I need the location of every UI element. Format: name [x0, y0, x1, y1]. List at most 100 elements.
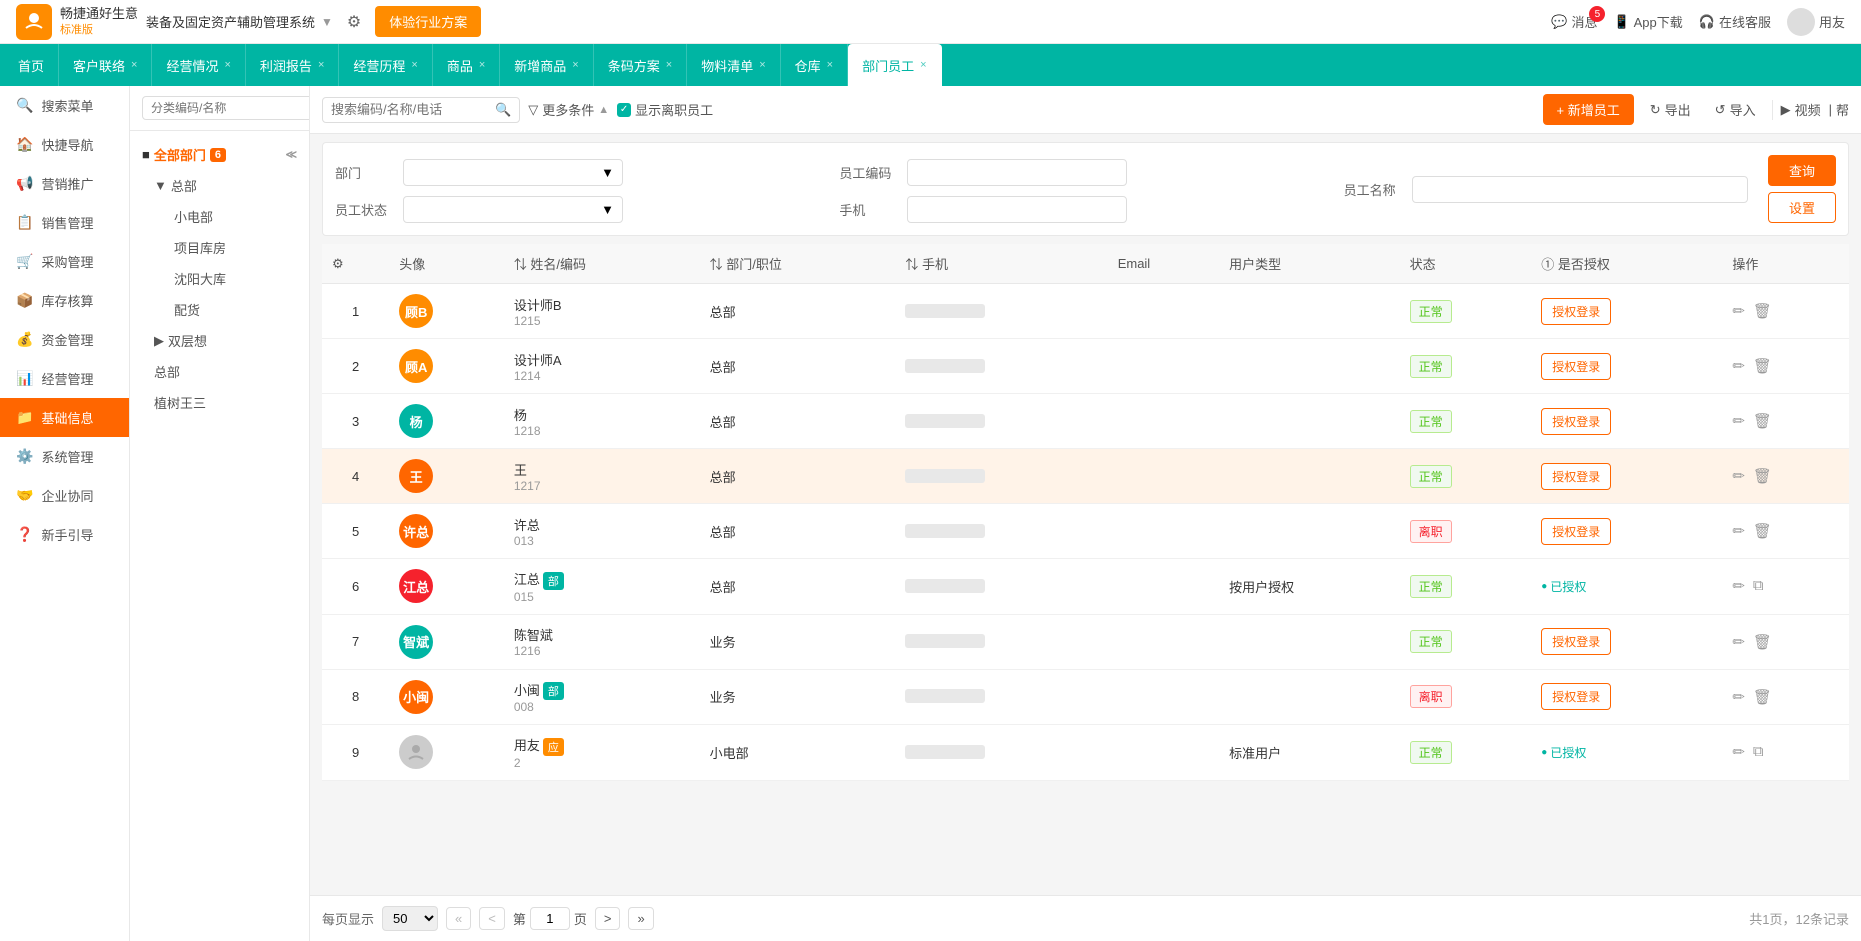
auth-login-button[interactable]: 授权登录 [1541, 353, 1611, 380]
sidebar-item-marketing[interactable]: 📢 营销推广 [0, 164, 129, 203]
dept-item-xiangmuku[interactable]: 项目库房 [138, 232, 309, 263]
sidebar-item-biz[interactable]: 📊 经营管理 [0, 359, 129, 398]
gear-button[interactable]: ⚙ [347, 12, 361, 32]
online-service-btn[interactable]: 🎧 在线客服 [1699, 12, 1771, 31]
help-button[interactable]: | 帮 [1829, 100, 1849, 119]
close-icon[interactable]: × [759, 59, 765, 71]
last-page-button[interactable]: » [628, 907, 653, 930]
edit-icon[interactable]: ✏ [1732, 302, 1745, 320]
col-setting[interactable]: ⚙ [322, 244, 389, 284]
auth-login-button[interactable]: 授权登录 [1541, 408, 1611, 435]
dept-item-zhishu[interactable]: 植树王三 [130, 387, 309, 418]
close-icon[interactable]: × [666, 59, 672, 71]
dept-item-xiaodianbu[interactable]: 小电部 [138, 201, 309, 232]
tab-customer[interactable]: 客户联络× [59, 44, 152, 86]
prev-page-button[interactable]: < [479, 907, 505, 930]
settings-icon[interactable]: ⚙ [332, 256, 344, 271]
next-page-button[interactable]: > [595, 907, 621, 930]
tab-warehouse[interactable]: 仓库× [781, 44, 848, 86]
delete-icon[interactable]: 🗑 [1753, 357, 1772, 375]
emp-name-input[interactable] [1412, 176, 1748, 203]
page-input[interactable] [530, 907, 570, 930]
page-size-select[interactable]: 50 100 [382, 906, 438, 931]
emp-code-input[interactable] [907, 159, 1127, 186]
sidebar-item-guide[interactable]: ❓ 新手引导 [0, 515, 129, 554]
view-button[interactable]: ▶ 视频 [1781, 100, 1821, 119]
search-icon[interactable]: 🔍 [495, 102, 511, 118]
import-button[interactable]: ↺ 导入 [1707, 96, 1764, 123]
tab-profit[interactable]: 利润报告× [246, 44, 339, 86]
dept-all-header[interactable]: ■ 全部部门 6 ≪ [130, 139, 309, 170]
tab-goods[interactable]: 商品× [433, 44, 500, 86]
sidebar-item-search[interactable]: 🔍 搜索菜单 [0, 86, 129, 125]
add-employee-button[interactable]: + 新增员工 [1543, 94, 1634, 125]
first-page-button[interactable]: « [446, 907, 471, 930]
auth-login-button[interactable]: 授权登录 [1541, 628, 1611, 655]
toolbar-search-box[interactable]: 🔍 [322, 97, 520, 123]
dept-item-peihuo[interactable]: 配货 [138, 294, 309, 325]
sidebar-item-sales[interactable]: 📋 销售管理 [0, 203, 129, 242]
phone-input[interactable] [907, 196, 1127, 223]
delete-icon[interactable]: 🗑 [1753, 688, 1772, 706]
message-btn[interactable]: 💬 消息 5 [1551, 12, 1597, 31]
show-former-checkbox[interactable]: ✓ 显示离职员工 [617, 100, 713, 119]
delete-icon[interactable]: 🗑 [1753, 302, 1772, 320]
sidebar-item-inventory[interactable]: 📦 库存核算 [0, 281, 129, 320]
close-icon[interactable]: × [318, 59, 324, 71]
close-icon[interactable]: × [920, 59, 926, 71]
system-dropdown-arrow[interactable]: ▼ [321, 15, 333, 29]
tab-add-goods[interactable]: 新增商品× [500, 44, 593, 86]
trial-button[interactable]: 体验行业方案 [375, 6, 481, 37]
auth-login-button[interactable]: 授权登录 [1541, 518, 1611, 545]
dept-select[interactable]: ▼ [403, 159, 623, 186]
tab-barcode[interactable]: 条码方案× [594, 44, 687, 86]
tab-bom[interactable]: 物料清单× [687, 44, 780, 86]
dept-item-shenyang[interactable]: 沈阳大库 [138, 263, 309, 294]
edit-icon[interactable]: ✏ [1732, 633, 1745, 651]
sidebar-item-finance[interactable]: 💰 资金管理 [0, 320, 129, 359]
edit-icon[interactable]: ✏ [1732, 357, 1745, 375]
tab-operation[interactable]: 经营情况× [152, 44, 245, 86]
edit-icon[interactable]: ✏ [1732, 522, 1745, 540]
edit-icon[interactable]: ✏ [1732, 688, 1745, 706]
sidebar-item-quicknav[interactable]: 🏠 快捷导航 [0, 125, 129, 164]
dept-item-zongbu2[interactable]: 总部 [130, 356, 309, 387]
edit-icon[interactable]: ✏ [1732, 467, 1745, 485]
sidebar-item-system[interactable]: ⚙️ 系统管理 [0, 437, 129, 476]
close-icon[interactable]: × [479, 59, 485, 71]
auth-login-button[interactable]: 授权登录 [1541, 298, 1611, 325]
col-name[interactable]: ⇅ 姓名/编码 [504, 244, 700, 284]
user-menu[interactable]: 用友 [1787, 8, 1845, 36]
close-icon[interactable]: × [572, 59, 578, 71]
tab-history[interactable]: 经营历程× [339, 44, 432, 86]
edit-icon[interactable]: ✏ [1732, 412, 1745, 430]
tab-dept-staff[interactable]: 部门员工× [848, 44, 941, 86]
delete-icon[interactable]: 🗑 [1753, 412, 1772, 430]
col-dept[interactable]: ⇅ 部门/职位 [700, 244, 896, 284]
export-button[interactable]: ↻ 导出 [1642, 96, 1699, 123]
set-button[interactable]: 设置 [1768, 192, 1836, 223]
copy-icon[interactable]: ⧉ [1753, 577, 1764, 595]
edit-icon[interactable]: ✏ [1732, 743, 1745, 761]
auth-login-button[interactable]: 授权登录 [1541, 463, 1611, 490]
dept-item-shuangceng[interactable]: ▶ 双层想 [130, 325, 309, 356]
col-phone[interactable]: ⇅ 手机 [895, 244, 1107, 284]
sidebar-item-purchase[interactable]: 🛒 采购管理 [0, 242, 129, 281]
delete-icon[interactable]: 🗑 [1753, 467, 1772, 485]
close-icon[interactable]: × [827, 59, 833, 71]
edit-icon[interactable]: ✏ [1732, 577, 1745, 595]
dept-search-input[interactable] [142, 96, 310, 120]
sidebar-item-collab[interactable]: 🤝 企业协同 [0, 476, 129, 515]
app-download-btn[interactable]: 📱 App下载 [1613, 12, 1682, 31]
delete-icon[interactable]: 🗑 [1753, 522, 1772, 540]
close-icon[interactable]: × [131, 59, 137, 71]
tab-home[interactable]: 首页 [8, 44, 59, 86]
copy-icon[interactable]: ⧉ [1753, 743, 1764, 761]
search-input[interactable] [331, 102, 491, 117]
query-button[interactable]: 查询 [1768, 155, 1836, 186]
sidebar-item-basic[interactable]: 📁 基础信息 [0, 398, 129, 437]
auth-login-button[interactable]: 授权登录 [1541, 683, 1611, 710]
status-select[interactable]: ▼ [403, 196, 623, 223]
filter-more-btn[interactable]: ▽ 更多条件 ▲ [528, 100, 609, 119]
close-icon[interactable]: × [224, 59, 230, 71]
